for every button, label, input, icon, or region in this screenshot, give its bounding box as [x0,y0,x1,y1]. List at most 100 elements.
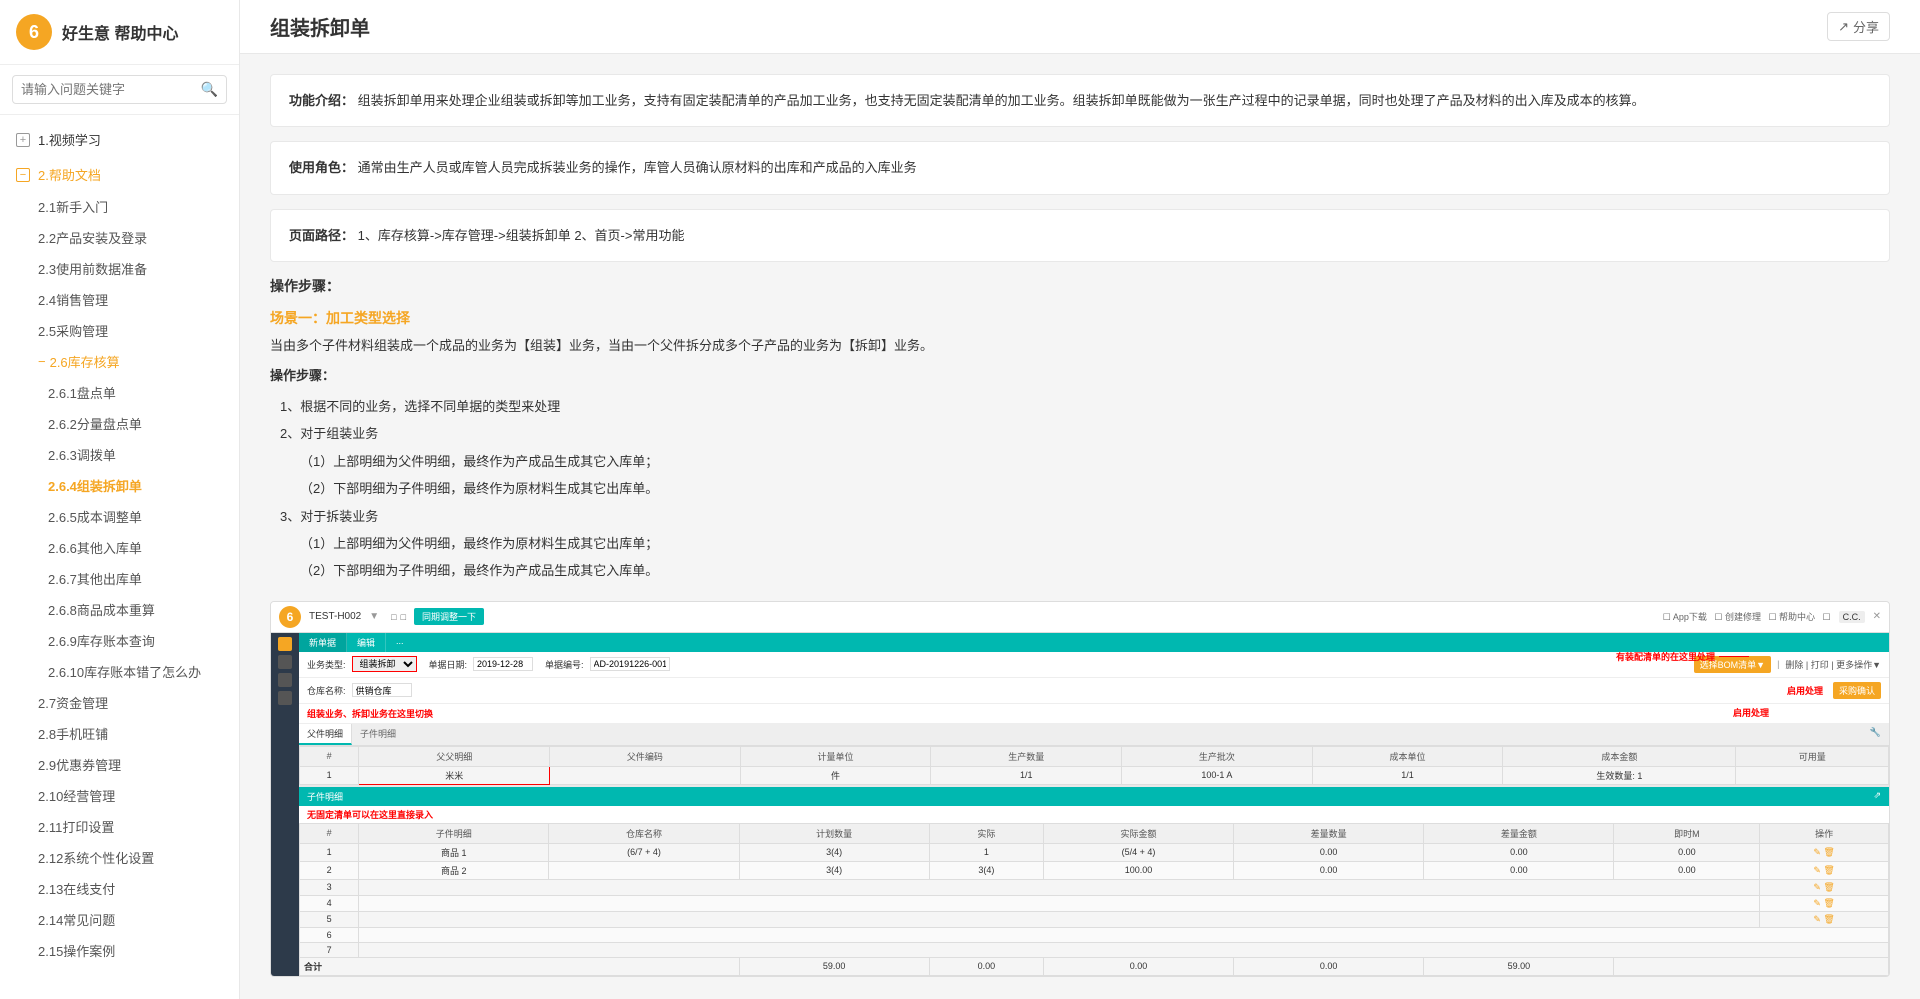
mock-t2-td-1-op[interactable]: ✎ 🗑 [1760,843,1889,861]
step-2-1: （1）上部明细为父件明细，最终作为产成品生成其它入库单； [280,448,1890,475]
page-title: 组装拆卸单 [270,12,370,41]
mock-t2-td-2-inst: 0.00 [1614,861,1760,879]
sidebar-item-cost-calc[interactable]: 2.6.8商品成本重算 [10,594,239,625]
sidebar-item-assemble[interactable]: 2.6.4组装拆卸单 [10,470,239,501]
mock-t2-th-diff-qty: 差量数量 [1234,823,1424,843]
mock-table1-head-row: # 父父明细 父件编码 计量单位 生产数量 生产批次 成本单位 成本金额 可用量 [300,746,1889,766]
mock-t2-th-diff-amt: 差量金额 [1424,823,1614,843]
mock-tab-parent[interactable]: 父件明细 [299,724,352,745]
mock-t2-td-5-empty [359,911,1760,927]
mock-th-avail: 可用量 [1736,746,1889,766]
sidebar-item-install[interactable]: 2.2产品安装及登录 [0,222,239,253]
mock-btn-sync[interactable]: 同期调整一下 [414,608,484,625]
sidebar-item-adjust[interactable]: 2.6.3调拨单 [10,439,239,470]
mock-table2-expand[interactable]: ⇗ [1865,787,1889,806]
mock-table2-title: 子件明细 [299,787,351,806]
scene1-title: 场景一：加工类型选择 [270,308,1890,328]
mock-form-row2: 仓库名称: 启用处理 采购确认 [299,678,1889,704]
sidebar-item-purchase[interactable]: 2.5采购管理 [0,315,239,346]
mock-close-icon[interactable]: ✕ [1873,611,1881,622]
sidebar-item-mobile[interactable]: 2.8手机旺铺 [0,718,239,749]
mock-t2-td-2-plan: 3(4) [739,861,929,879]
sidebar-item-faq[interactable]: 2.14常见问题 [0,904,239,935]
search-icon[interactable]: 🔍 [201,81,218,98]
mock-table2-body: 1 商品 1 (6/7 + 4) 3(4) 1 (5/4 + 4) 0.00 0… [300,843,1889,957]
sidebar-item-other-in[interactable]: 2.6.6其他入库单 [10,532,239,563]
sidebar-item-cases[interactable]: 2.15操作案例 [0,935,239,966]
sidebar-item-sys[interactable]: 2.12系统个性化设置 [0,842,239,873]
mock-t2-td-1-dqty: 0.00 [1234,843,1424,861]
mock-tab-new[interactable]: 新单据 [299,633,347,652]
mock-table2-spacer [351,787,1865,806]
sidebar-item-prepare[interactable]: 2.3使用前数据准备 [0,253,239,284]
sidebar-item-finance[interactable]: 2.7资金管理 [0,687,239,718]
ops-title: 操作步骤： [270,276,1890,296]
mock-t2-foot-val2: 0.00 [929,957,1043,975]
mock-tab-spacer [404,724,1862,745]
sidebar-item-other-out[interactable]: 2.6.7其他出库单 [10,563,239,594]
sidebar-item-cost[interactable]: 2.6.5成本调整单 [10,501,239,532]
sidebar-item-stocktake[interactable]: 2.6.1盘点单 [10,377,239,408]
mock-table2-head: # 子件明细 仓库名称 计划数量 实际 实际金额 差量数量 差量金额 即时M [300,823,1889,843]
mock-t2-th-actual: 实际 [929,823,1043,843]
mock-ui: 6 TEST-H002 ▼ □ □ 同期调整一下 ☐ App下载 ☐ 创建修理 … [271,602,1889,976]
sidebar-item-inventory[interactable]: − 2.6库存核算 [0,346,239,377]
mock-tab-child[interactable]: 子件明细 [352,724,404,745]
sidebar-item-ledger-err[interactable]: 2.6.10库存账本错了怎么办 [10,656,239,687]
mock-annotation4: 启用处理 [1733,708,1769,718]
mock-table1-tabs: 父件明细 子件明细 🔧 [299,724,1889,746]
search-box[interactable]: 🔍 [12,75,227,104]
sidebar-item-pay[interactable]: 2.13在线支付 [0,873,239,904]
mock-icon1: □ [391,612,396,622]
mock-td-row1-prodqty: 1/1 [931,766,1122,784]
mock-field-no-input[interactable] [590,657,670,671]
share-label: 分享 [1853,17,1879,36]
mock-t2-th-actual-amt: 实际金额 [1043,823,1233,843]
mock-t2-td-6-no: 6 [300,927,359,942]
sidebar-item-print[interactable]: 2.11打印设置 [0,811,239,842]
mock-td-row1-unit: 件 [740,766,931,784]
mock-t2-td-3-op[interactable]: ✎ 🗑 [1760,879,1889,895]
mock-t2-foot-row: 合计 59.00 0.00 0.00 0.00 59.00 [300,957,1889,975]
inventory-children: 2.6.1盘点单 2.6.2分量盘点单 2.6.3调拨单 2.6.4组装拆卸单 … [0,377,239,687]
sidebar-item-ledger-query[interactable]: 2.6.9库存账本查询 [10,625,239,656]
sidebar-item-newbie[interactable]: 2.1新手入门 [0,191,239,222]
ops-section: 操作步骤： 场景一：加工类型选择 当由多个子件材料组装成一个成品的业务为【组装】… [270,276,1890,585]
mock-sidebar-icon-4 [278,691,292,705]
mock-t2-td-2-op[interactable]: ✎ 🗑 [1760,861,1889,879]
mock-field-warehouse-input[interactable] [352,683,412,697]
sidebar-item-coupon[interactable]: 2.9优惠券管理 [0,749,239,780]
mock-tab-more[interactable]: ... [386,633,414,652]
sidebar: 6 好生意 帮助中心 🔍 + 1.视频学习 − 2.帮助文档 2.1新手入门 2… [0,0,240,999]
mock-btn-confirm[interactable]: 采购确认 [1833,682,1881,699]
mock-td-row1-code [550,766,741,784]
mock-dropdown-icon: ▼ [369,611,379,622]
sidebar-item-docs[interactable]: − 2.帮助文档 [0,158,239,191]
mock-sidebar-icon-3 [278,673,292,687]
mock-t2-td-5-op[interactable]: ✎ 🗑 [1760,911,1889,927]
mock-t2-td-1-wh: (6/7 + 4) [549,843,739,861]
screenshot-container: 6 TEST-H002 ▼ □ □ 同期调整一下 ☐ App下载 ☐ 创建修理 … [270,601,1890,977]
search-input[interactable] [21,82,201,97]
mock-table1-head: # 父父明细 父件编码 计量单位 生产数量 生产批次 成本单位 成本金额 可用量 [300,746,1889,766]
share-button[interactable]: ↗ 分享 [1827,12,1890,41]
sidebar-item-video[interactable]: + 1.视频学习 [0,123,239,156]
sidebar-label-docs: 2.帮助文档 [38,165,101,184]
mock-t2-row-2: 2 商品 2 3(4) 3(4) 100.00 0.00 0.00 0.00 [300,861,1889,879]
mock-field-type-select[interactable]: 组装拆卸 [352,656,417,672]
sidebar-item-partial[interactable]: 2.6.2分量盘点单 [10,408,239,439]
sidebar-item-operation[interactable]: 2.10经营管理 [0,780,239,811]
mock-field-date-input[interactable] [473,657,533,671]
role-text: 通常由生产人员或库管人员完成拆装业务的操作，库管人员确认原材料的出库和产成品的入… [358,160,917,175]
sidebar-item-sales[interactable]: 2.4销售管理 [0,284,239,315]
step-3-1: （1）上部明细为父件明细，最终作为原材料生成其它出库单； [280,530,1890,557]
mock-th-batch: 生产批次 [1122,746,1313,766]
mock-field-type-label: 业务类型: [307,658,346,671]
mock-tab-edit[interactable]: 编辑 [347,633,386,652]
mock-t2-td-4-empty [359,895,1760,911]
ops-steps-title: 操作步骤： [270,364,1890,387]
role-label: 使用角色： [289,160,354,175]
mock-t2-td-4-op[interactable]: ✎ 🗑 [1760,895,1889,911]
mock-table2-foot: 合计 59.00 0.00 0.00 0.00 59.00 [300,957,1889,975]
mock-td-row1-costunit: 1/1 [1312,766,1503,784]
